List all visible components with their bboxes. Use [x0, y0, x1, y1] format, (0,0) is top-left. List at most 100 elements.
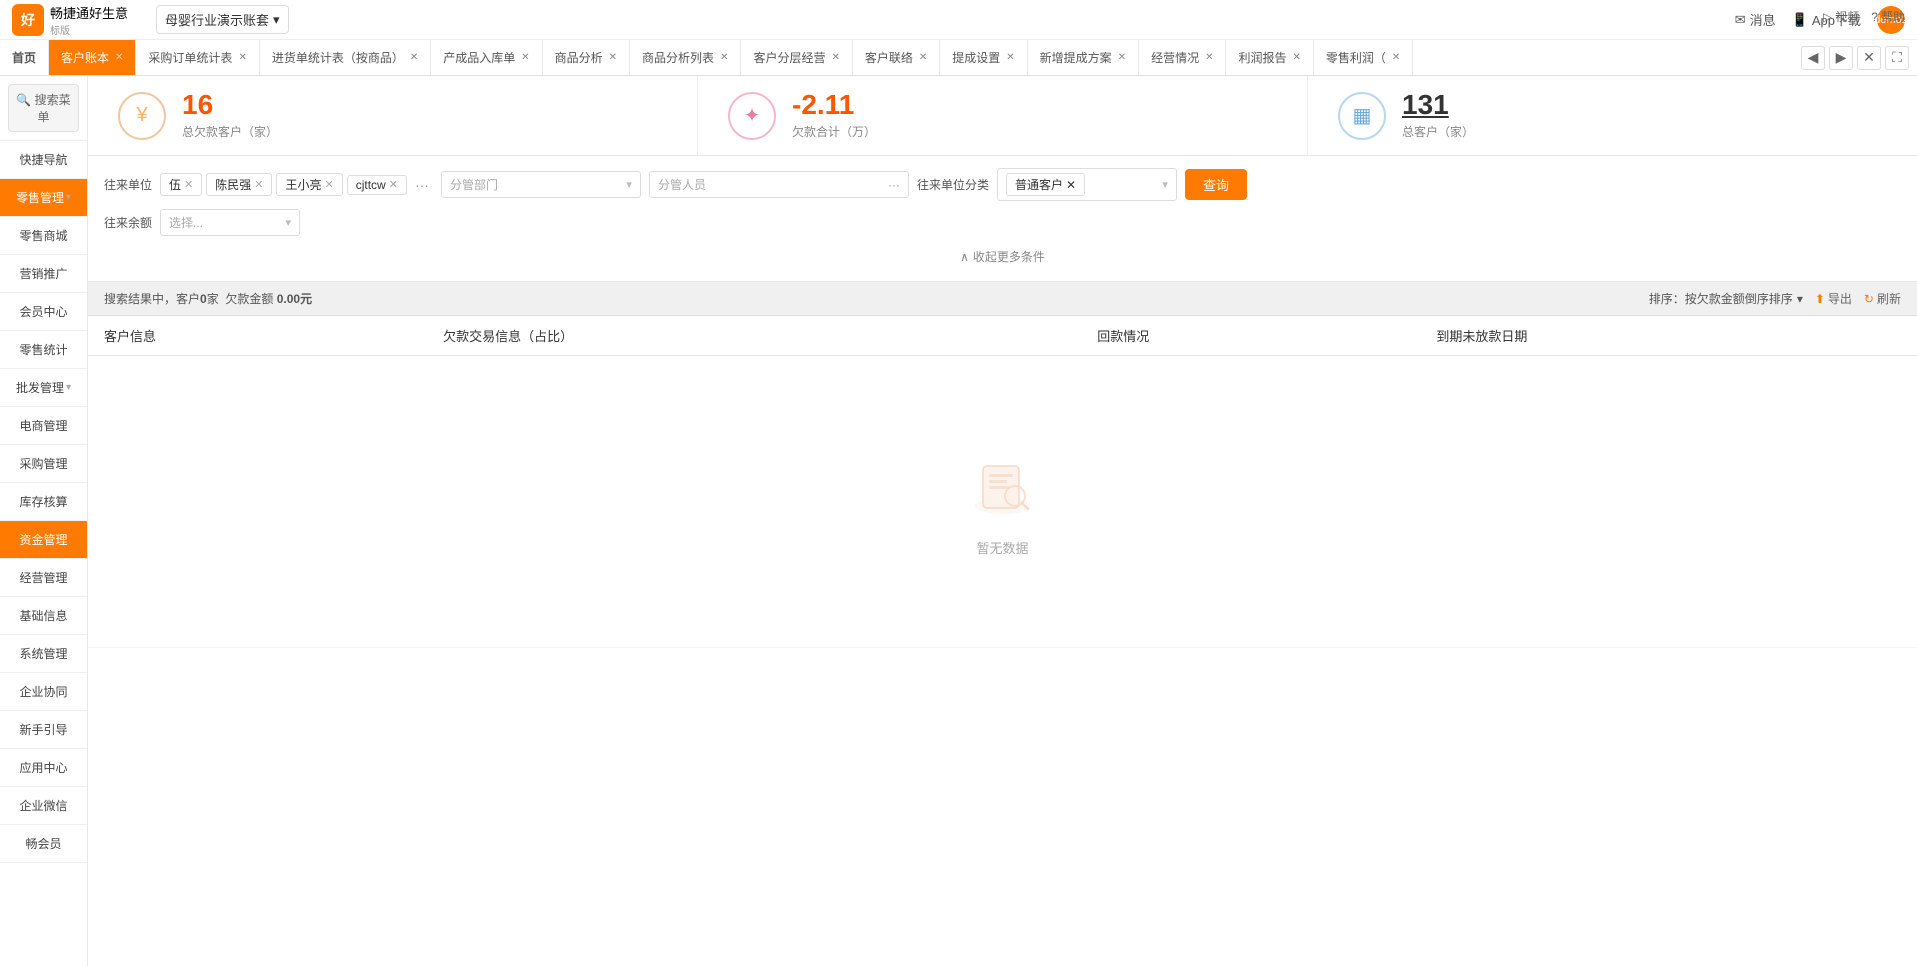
- stat-value-2: -2.11: [792, 91, 876, 119]
- export-label: 导出: [1828, 290, 1852, 307]
- logo-icon: 好: [12, 4, 44, 36]
- company-name: 母婴行业演示账套: [165, 10, 269, 29]
- sidebar-item-operations-mgmt[interactable]: 经营管理: [0, 559, 87, 597]
- close-icon[interactable]: ✕: [1293, 52, 1301, 63]
- nav-prev-btn[interactable]: ◀: [1801, 46, 1825, 70]
- tab-purchase-stats[interactable]: 进货单统计表（按商品） ✕: [260, 40, 431, 76]
- nav-next-btn[interactable]: ▶: [1829, 46, 1853, 70]
- close-icon[interactable]: ✕: [1006, 52, 1014, 63]
- filter-tag-1: 伍 ✕: [160, 173, 202, 196]
- tag-close-3[interactable]: ✕: [325, 178, 334, 191]
- stat-text-3: 131 总客户（家）: [1402, 91, 1474, 140]
- close-icon[interactable]: ✕: [919, 52, 927, 63]
- balance-select[interactable]: 选择... ▾: [160, 209, 300, 236]
- sort-select[interactable]: 排序：按欠款金额倒序排序 ▾: [1649, 290, 1803, 307]
- close-icon[interactable]: ✕: [410, 52, 418, 63]
- sidebar-item-vip-member[interactable]: 畅会员: [0, 825, 87, 863]
- filter-tag-3: 王小亮 ✕: [276, 173, 342, 196]
- company-selector[interactable]: 母婴行业演示账套 ▾: [156, 5, 289, 34]
- export-btn[interactable]: ⬆ 导出: [1815, 290, 1852, 307]
- operations-mgmt-label: 经营管理: [19, 571, 67, 585]
- sidebar-item-retail-mall[interactable]: 零售商城: [0, 217, 87, 255]
- tab-customer-tier[interactable]: 客户分层经营 ✕: [741, 40, 852, 76]
- filter-more-btn[interactable]: ···: [411, 175, 433, 195]
- refresh-btn[interactable]: ↻ 刷新: [1864, 290, 1901, 307]
- tag-close-2[interactable]: ✕: [254, 178, 263, 191]
- sidebar-item-capital[interactable]: 资金管理: [0, 521, 87, 559]
- message-btn[interactable]: ✉ 消息: [1735, 10, 1776, 29]
- tab-customer-book[interactable]: 客户账本 ✕: [49, 40, 136, 76]
- tab-profit-report[interactable]: 利润报告 ✕: [1226, 40, 1313, 76]
- th-customer-info: 客户信息: [88, 316, 427, 356]
- chevron-icon: ▾: [66, 192, 71, 203]
- sidebar-item-app-center[interactable]: 应用中心: [0, 749, 87, 787]
- system-mgmt-label: 系统管理: [19, 647, 67, 661]
- chevron-icon: ▾: [66, 382, 71, 393]
- logo-sub-text: 标版: [50, 22, 128, 37]
- query-button[interactable]: 查询: [1185, 169, 1247, 200]
- close-icon[interactable]: ✕: [1392, 52, 1400, 63]
- unit-type-select[interactable]: 普通客户 ✕ ▾: [997, 168, 1177, 201]
- sidebar-item-basic-info[interactable]: 基础信息: [0, 597, 87, 635]
- close-icon[interactable]: ✕: [521, 52, 529, 63]
- unit-type-tag-close[interactable]: ✕: [1066, 178, 1076, 192]
- close-icon[interactable]: ✕: [238, 52, 246, 63]
- tab-prompt-settings[interactable]: 提成设置 ✕: [940, 40, 1027, 76]
- close-icon[interactable]: ✕: [1118, 52, 1126, 63]
- newcomer-label: 新手引导: [19, 723, 67, 737]
- close-icon[interactable]: ✕: [1205, 52, 1213, 63]
- chevron-down-icon: ▾: [1162, 178, 1168, 191]
- staff-label: 分管人员: [658, 176, 706, 193]
- close-icon[interactable]: ✕: [115, 52, 123, 63]
- search-menu-btn[interactable]: 🔍 搜索菜单: [8, 84, 79, 132]
- sidebar-item-enterprise-coop[interactable]: 企业协同: [0, 673, 87, 711]
- sidebar-item-system-mgmt[interactable]: 系统管理: [0, 635, 87, 673]
- tab-home[interactable]: 首页: [0, 40, 49, 76]
- sidebar-item-enterprise-wechat[interactable]: 企业微信: [0, 787, 87, 825]
- sidebar-item-newcomer[interactable]: 新手引导: [0, 711, 87, 749]
- tab-goods-analysis[interactable]: 商品分析 ✕: [543, 40, 630, 76]
- filter-row-1: 往来单位 伍 ✕ 陈民强 ✕ 王小亮 ✕ cjttcw: [104, 168, 1901, 201]
- wholesale-label: 批发管理: [16, 379, 64, 396]
- tag-close-4[interactable]: ✕: [389, 178, 398, 191]
- sidebar-item-retail-stats[interactable]: 零售统计: [0, 331, 87, 369]
- sort-label: 排序：按欠款金额倒序排序: [1649, 290, 1793, 307]
- tab-goods-analysis-list[interactable]: 商品分析列表 ✕: [630, 40, 741, 76]
- nav-close-all-btn[interactable]: ✕: [1857, 46, 1881, 70]
- tab-customer-contact[interactable]: 客户联络 ✕: [853, 40, 940, 76]
- tab-purchase-order[interactable]: 采购订单统计表 ✕: [136, 40, 259, 76]
- tab-product-inbound[interactable]: 产成品入库单 ✕: [431, 40, 542, 76]
- member-center-label: 会员中心: [19, 305, 67, 319]
- tab-operations[interactable]: 经营情况 ✕: [1139, 40, 1226, 76]
- sidebar-item-retail-mgmt[interactable]: 零售管理 ▾: [0, 179, 87, 217]
- sidebar-item-ecommerce[interactable]: 电商管理: [0, 407, 87, 445]
- retail-stats-label: 零售统计: [19, 343, 67, 357]
- nav-tabs: 首页 客户账本 ✕ 采购订单统计表 ✕ 进货单统计表（按商品） ✕ 产成品入库单…: [0, 40, 1917, 76]
- result-bar: 搜索结果中，客户0家 欠款金额 0.00元 排序：按欠款金额倒序排序 ▾ ⬆ 导…: [88, 282, 1917, 316]
- sidebar-item-marketing[interactable]: 营销推广: [0, 255, 87, 293]
- staff-select[interactable]: 分管人员 ···: [649, 171, 909, 198]
- collapse-btn[interactable]: ∧ 收起更多条件: [952, 244, 1053, 269]
- tab-new-promo[interactable]: 新增提成方案 ✕: [1028, 40, 1139, 76]
- app-center-label: 应用中心: [19, 761, 67, 775]
- stat-value-1: 16: [182, 91, 278, 119]
- close-icon[interactable]: ✕: [720, 52, 728, 63]
- sidebar-item-purchase-mgmt[interactable]: 采购管理: [0, 445, 87, 483]
- sidebar-item-member-center[interactable]: 会员中心: [0, 293, 87, 331]
- sidebar-item-wholesale-mgmt[interactable]: 批发管理 ▾: [0, 369, 87, 407]
- content-area: ¥ 16 总欠款客户（家） ✦ -2.11 欠款合计（万） ▦ 131 总客户（…: [88, 76, 1917, 966]
- stat-label-2: 欠款合计（万）: [792, 123, 876, 140]
- close-icon[interactable]: ✕: [831, 52, 839, 63]
- inventory-label: 库存核算: [19, 495, 67, 509]
- department-select[interactable]: 分管部门 ▾: [441, 171, 641, 198]
- tag-close-1[interactable]: ✕: [184, 178, 193, 191]
- department-label: 分管部门: [450, 176, 498, 193]
- nav-fullscreen-btn[interactable]: ⛶: [1885, 46, 1909, 70]
- close-icon[interactable]: ✕: [609, 52, 617, 63]
- tab-retail-profit[interactable]: 零售利润（ ✕: [1314, 40, 1413, 76]
- goods-analysis-list-label: 商品分析列表: [642, 49, 714, 66]
- stat-value-3: 131: [1402, 91, 1474, 119]
- sidebar-item-quick-nav[interactable]: 快捷导航: [0, 141, 87, 179]
- sidebar-item-inventory[interactable]: 库存核算: [0, 483, 87, 521]
- purchase-order-label: 采购订单统计表: [148, 49, 232, 66]
